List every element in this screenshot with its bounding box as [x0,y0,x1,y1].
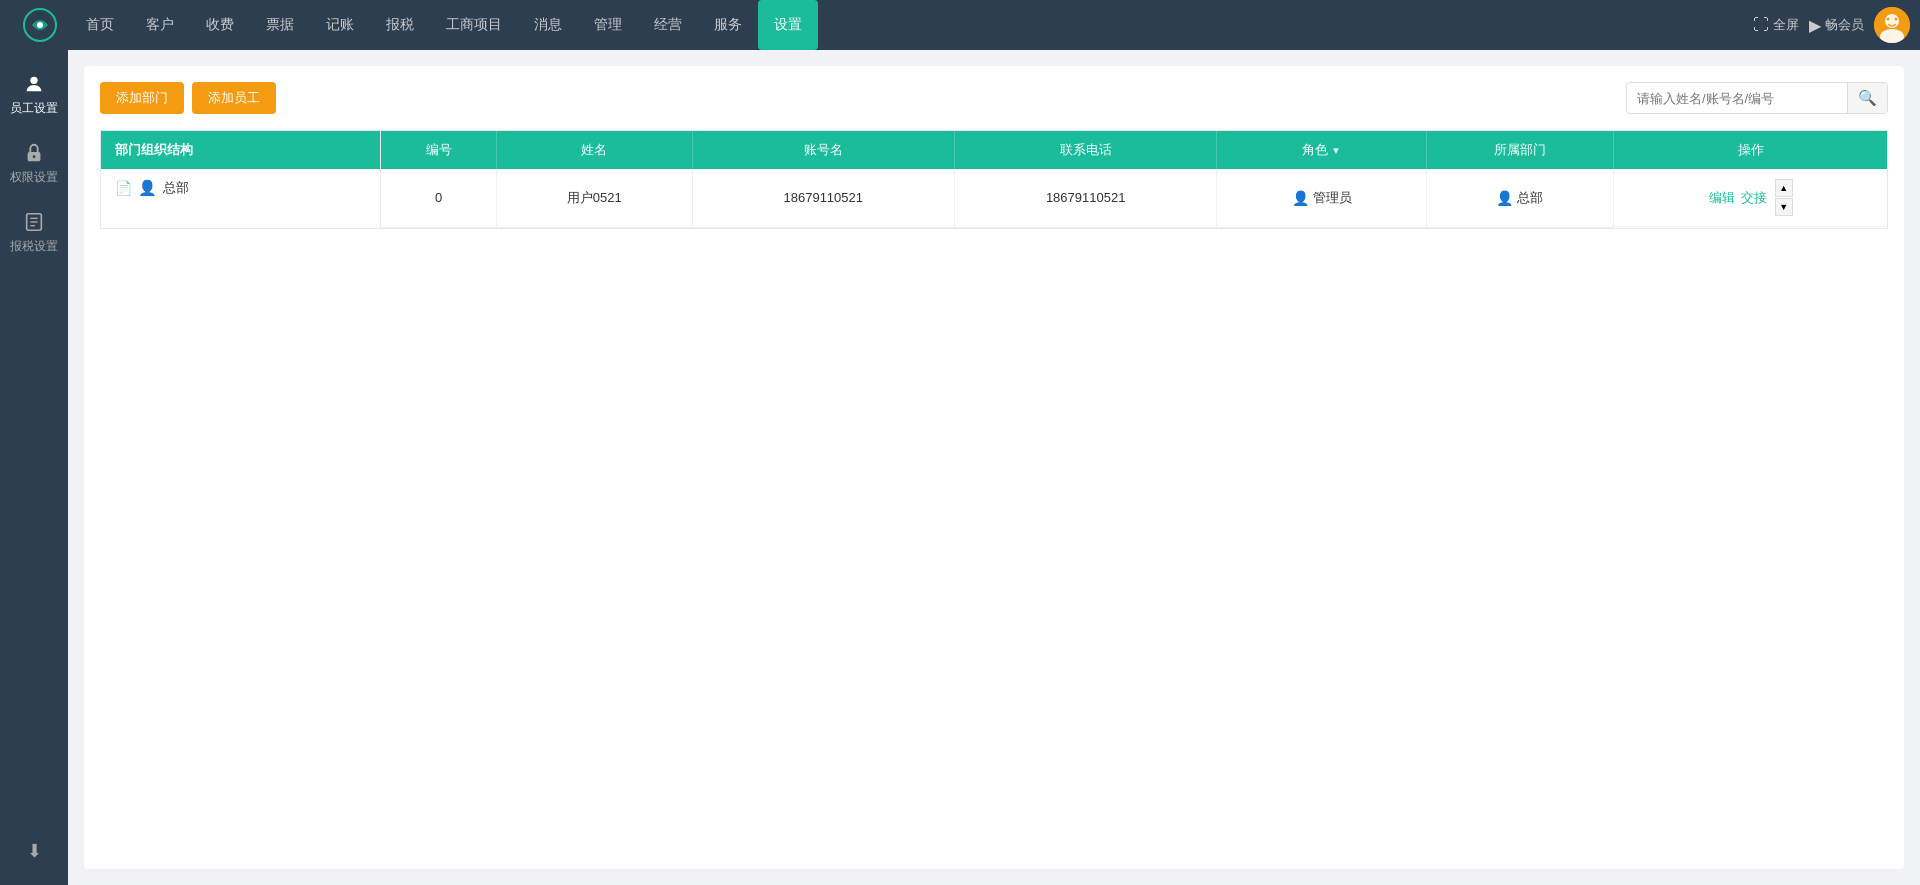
file-icon: 📄 [115,180,132,196]
cell-code: 0 [381,169,497,227]
nav-accounting[interactable]: 记账 [310,0,370,50]
role-user-icon: 👤 [1292,190,1309,206]
sidebar-item-employee[interactable]: 员工设置 [0,60,68,129]
svg-point-9 [33,155,36,158]
th-action: 操作 [1614,131,1887,169]
th-phone: 联系电话 [954,131,1216,169]
page-container: 添加部门 添加员工 🔍 部门组织结构 📄 👤 总部 [84,66,1904,869]
employee-icon [22,72,46,96]
nav-invoice[interactable]: 票据 [250,0,310,50]
sidebar-bottom: ⬇ [16,827,52,875]
th-role[interactable]: 角色 ▼ [1217,131,1426,169]
cell-account: 18679110521 [692,169,954,227]
th-name: 姓名 [497,131,693,169]
search-input[interactable] [1627,85,1847,112]
fullscreen-icon: ⛶ [1753,16,1769,34]
nav-billing[interactable]: 收费 [190,0,250,50]
tree-item-root[interactable]: 📄 👤 总部 [101,169,380,207]
nav-message[interactable]: 消息 [518,0,578,50]
cell-dept: 👤 总部 [1426,169,1614,227]
edit-button[interactable]: 编辑 [1709,189,1735,207]
scroll-controls: ▲ ▼ [1775,179,1793,216]
th-dept: 所属部门 [1426,131,1614,169]
nav-home[interactable]: 首页 [70,0,130,50]
sidebar-download-btn[interactable]: ⬇ [16,827,52,875]
avatar[interactable] [1874,7,1910,43]
nav-business[interactable]: 工商项目 [430,0,518,50]
search-button[interactable]: 🔍 [1847,83,1887,113]
add-dept-button[interactable]: 添加部门 [100,82,184,114]
download-icon: ⬇ [22,839,46,863]
fullscreen-label: 全屏 [1773,16,1799,34]
content-layout: 部门组织结构 📄 👤 总部 编号 姓名 账号名 联系电话 [100,130,1888,229]
sidebar-item-permission[interactable]: 权限设置 [0,129,68,198]
nav-tax[interactable]: 报税 [370,0,430,50]
permission-icon [22,141,46,165]
role-label: 管理员 [1313,189,1352,207]
table-header-row: 编号 姓名 账号名 联系电话 角色 ▼ 所属部门 操作 [381,131,1887,169]
toolbar: 添加部门 添加员工 🔍 [100,82,1888,114]
filter-icon: ▼ [1331,145,1341,156]
cell-role: 👤 管理员 [1217,169,1426,227]
sidebar-tax-label: 报税设置 [10,238,58,255]
nav-items: 首页 客户 收费 票据 记账 报税 工商项目 消息 管理 经营 服务 设置 [70,0,1753,50]
sidebar-item-tax-settings[interactable]: 报税设置 [0,198,68,267]
vip-label: 畅会员 [1825,16,1864,34]
cell-phone: 18679110521 [954,169,1216,227]
employee-table: 编号 姓名 账号名 联系电话 角色 ▼ 所属部门 操作 [381,131,1887,228]
scroll-down-btn[interactable]: ▼ [1775,198,1793,216]
tree-user-icon: 👤 [138,179,157,197]
th-code: 编号 [381,131,497,169]
vip-icon: ▶ [1809,16,1821,35]
logo[interactable] [10,7,70,43]
sidebar-permission-label: 权限设置 [10,169,58,186]
search-icon: 🔍 [1858,89,1877,106]
dept-user-icon: 👤 [1496,190,1513,206]
tree-item-label: 总部 [163,179,189,197]
left-tree: 部门组织结构 📄 👤 总部 [101,131,381,228]
main-content: 添加部门 添加员工 🔍 部门组织结构 📄 👤 总部 [68,50,1920,885]
tree-header: 部门组织结构 [101,131,380,169]
nav-right: ⛶ 全屏 ▶ 畅会员 [1753,7,1910,43]
nav-customer[interactable]: 客户 [130,0,190,50]
svg-point-6 [1895,18,1898,21]
right-table: 编号 姓名 账号名 联系电话 角色 ▼ 所属部门 操作 [381,131,1887,228]
transfer-button[interactable]: 交接 [1741,189,1767,207]
search-box: 🔍 [1626,82,1888,114]
svg-point-1 [37,22,43,28]
vip-btn[interactable]: ▶ 畅会员 [1809,16,1864,35]
nav-manage[interactable]: 管理 [578,0,638,50]
add-employee-button[interactable]: 添加员工 [192,82,276,114]
th-account: 账号名 [692,131,954,169]
cell-action: 编辑 交接 ▲ ▼ [1614,169,1887,227]
tax-settings-icon [22,210,46,234]
nav-settings[interactable]: 设置 [758,0,818,50]
fullscreen-btn[interactable]: ⛶ 全屏 [1753,16,1799,34]
sidebar-employee-label: 员工设置 [10,100,58,117]
dept-label: 总部 [1517,189,1543,207]
table-row: 0 用户0521 18679110521 18679110521 👤 管理员 👤… [381,169,1887,227]
cell-name: 用户0521 [497,169,693,227]
svg-point-5 [1887,18,1890,21]
sidebar: 员工设置 权限设置 报税设置 ⬇ [0,50,68,885]
nav-operation[interactable]: 经营 [638,0,698,50]
top-nav: 首页 客户 收费 票据 记账 报税 工商项目 消息 管理 经营 服务 设置 ⛶ … [0,0,1920,50]
scroll-up-btn[interactable]: ▲ [1775,179,1793,197]
nav-service[interactable]: 服务 [698,0,758,50]
svg-point-7 [30,77,37,84]
